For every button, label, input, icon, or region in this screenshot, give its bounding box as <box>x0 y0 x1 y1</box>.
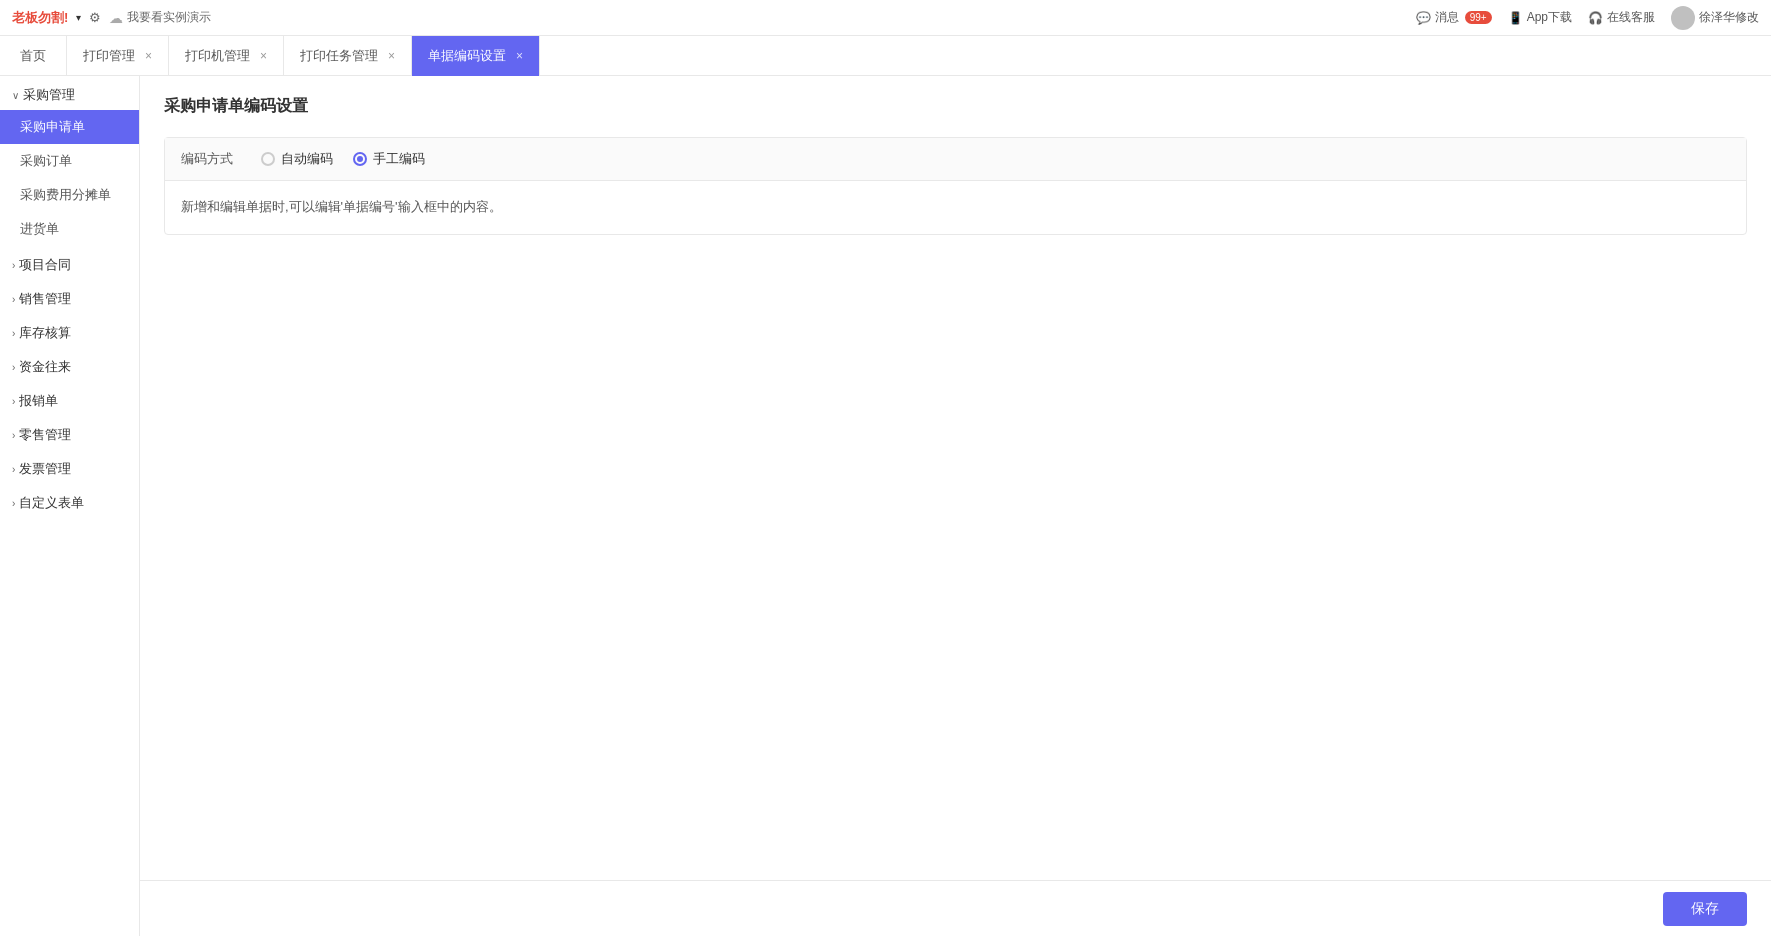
user-name: 徐泽华修改 <box>1699 9 1759 26</box>
app-logo: 老板勿割! <box>12 9 68 27</box>
info-text: 新增和编辑单据时,可以编辑'单据编号'输入框中的内容。 <box>165 181 1746 234</box>
app-download-label: App下载 <box>1527 9 1572 26</box>
sidebar-group-retail: › 零售管理 <box>0 416 139 450</box>
chevron-right-icon-2: › <box>12 294 15 305</box>
sidebar-group-retail-title[interactable]: › 零售管理 <box>0 416 139 450</box>
sidebar-item-purchase-order-label: 采购订单 <box>20 153 72 168</box>
coding-method-label: 编码方式 <box>181 150 261 168</box>
sidebar-group-custom-forms: › 自定义表单 <box>0 484 139 518</box>
sidebar-group-sales: › 销售管理 <box>0 280 139 314</box>
save-button[interactable]: 保存 <box>1663 892 1747 926</box>
avatar <box>1671 6 1695 30</box>
search-demo-text: 我要看实例演示 <box>127 9 211 26</box>
tab-home[interactable]: 首页 <box>0 36 67 76</box>
chevron-right-icon-8: › <box>12 498 15 509</box>
sidebar-group-retail-label: 零售管理 <box>19 426 71 444</box>
sidebar: ∨ 采购管理 采购申请单 采购订单 采购费用分摊单 进货单 › 项目合同 <box>0 76 140 936</box>
tab-print-task-label: 打印任务管理 <box>300 47 378 65</box>
sidebar-group-inventory-label: 库存核算 <box>19 324 71 342</box>
user-profile-button[interactable]: 徐泽华修改 <box>1671 6 1759 30</box>
sidebar-item-purchase-expense-label: 采购费用分摊单 <box>20 187 111 202</box>
sidebar-group-returns: › 报销单 <box>0 382 139 416</box>
sidebar-group-funds: › 资金往来 <box>0 348 139 382</box>
sidebar-group-custom-forms-label: 自定义表单 <box>19 494 84 512</box>
coding-form: 编码方式 自动编码 手工编码 新增和编辑单据时,可以编辑'单据编号'输入框中的内… <box>164 137 1747 235</box>
auto-coding-option[interactable]: 自动编码 <box>261 150 333 168</box>
tab-printer-management[interactable]: 打印机管理 × <box>169 36 284 76</box>
content-footer: 保存 <box>140 880 1771 936</box>
chevron-right-icon-7: › <box>12 464 15 475</box>
message-button[interactable]: 💬 消息 99+ <box>1416 9 1492 26</box>
logo-dropdown-icon[interactable]: ▾ <box>76 12 81 23</box>
sidebar-group-custom-forms-title[interactable]: › 自定义表单 <box>0 484 139 518</box>
tab-single-code-setting-label: 单据编码设置 <box>428 47 506 65</box>
sidebar-item-purchase-request-label: 采购申请单 <box>20 119 85 134</box>
sidebar-item-purchase-order[interactable]: 采购订单 <box>0 144 139 178</box>
manual-coding-option[interactable]: 手工编码 <box>353 150 425 168</box>
chevron-right-icon: › <box>12 260 15 271</box>
settings-icon[interactable]: ⚙ <box>89 10 101 25</box>
coding-options: 自动编码 手工编码 <box>261 150 425 168</box>
tab-print-management-label: 打印管理 <box>83 47 135 65</box>
online-service-label: 在线客服 <box>1607 9 1655 26</box>
content-main: 采购申请单编码设置 编码方式 自动编码 手工编码 <box>140 76 1771 880</box>
tab-print-task[interactable]: 打印任务管理 × <box>284 36 412 76</box>
message-badge: 99+ <box>1465 11 1492 24</box>
message-icon: 💬 <box>1416 11 1431 25</box>
sidebar-group-funds-label: 资金往来 <box>19 358 71 376</box>
sidebar-group-inventory-title[interactable]: › 库存核算 <box>0 314 139 348</box>
top-bar: 老板勿割! ▾ ⚙ ☁ 我要看实例演示 💬 消息 99+ 📱 App下载 🎧 在… <box>0 0 1771 36</box>
content-area: 采购申请单编码设置 编码方式 自动编码 手工编码 <box>140 76 1771 936</box>
manual-coding-label: 手工编码 <box>373 150 425 168</box>
sidebar-group-sales-label: 销售管理 <box>19 290 71 308</box>
sidebar-group-invoices-title[interactable]: › 发票管理 <box>0 450 139 484</box>
tab-single-code-setting[interactable]: 单据编码设置 × <box>412 36 540 76</box>
chevron-down-icon: ∨ <box>12 90 19 101</box>
sidebar-group-inventory: › 库存核算 <box>0 314 139 348</box>
sidebar-item-purchase-expense[interactable]: 采购费用分摊单 <box>0 178 139 212</box>
tab-home-label: 首页 <box>20 47 46 65</box>
tab-print-management-close[interactable]: × <box>145 49 152 63</box>
tab-print-task-close[interactable]: × <box>388 49 395 63</box>
message-label: 消息 <box>1435 9 1459 26</box>
tab-single-code-setting-close[interactable]: × <box>516 49 523 63</box>
chevron-right-icon-4: › <box>12 362 15 373</box>
auto-coding-label: 自动编码 <box>281 150 333 168</box>
sidebar-group-returns-label: 报销单 <box>19 392 58 410</box>
sidebar-group-purchase-label: 采购管理 <box>23 86 75 104</box>
sidebar-group-returns-title[interactable]: › 报销单 <box>0 382 139 416</box>
sidebar-group-project-contract-label: 项目合同 <box>19 256 71 274</box>
top-bar-right: 💬 消息 99+ 📱 App下载 🎧 在线客服 徐泽华修改 <box>1416 6 1759 30</box>
auto-coding-radio[interactable] <box>261 152 275 166</box>
sidebar-item-purchase-request[interactable]: 采购申请单 <box>0 110 139 144</box>
top-bar-left: 老板勿割! ▾ ⚙ ☁ 我要看实例演示 <box>12 9 211 27</box>
manual-coding-radio[interactable] <box>353 152 367 166</box>
sidebar-item-stock-in-label: 进货单 <box>20 221 59 236</box>
online-service-button[interactable]: 🎧 在线客服 <box>1588 9 1655 26</box>
sidebar-item-stock-in[interactable]: 进货单 <box>0 212 139 246</box>
app-download-button[interactable]: 📱 App下载 <box>1508 9 1572 26</box>
sidebar-group-project-contract-title[interactable]: › 项目合同 <box>0 246 139 280</box>
tab-printer-management-close[interactable]: × <box>260 49 267 63</box>
sidebar-group-sales-title[interactable]: › 销售管理 <box>0 280 139 314</box>
chevron-right-icon-5: › <box>12 396 15 407</box>
tab-bar: 首页 打印管理 × 打印机管理 × 打印任务管理 × 单据编码设置 × <box>0 36 1771 76</box>
sidebar-group-purchase: ∨ 采购管理 采购申请单 采购订单 采购费用分摊单 进货单 <box>0 76 139 246</box>
search-demo-button[interactable]: ☁ 我要看实例演示 <box>109 9 211 26</box>
sidebar-group-invoices-label: 发票管理 <box>19 460 71 478</box>
cloud-icon: ☁ <box>109 10 123 26</box>
tab-printer-management-label: 打印机管理 <box>185 47 250 65</box>
coding-method-row: 编码方式 自动编码 手工编码 <box>165 138 1746 181</box>
sidebar-group-project-contract: › 项目合同 <box>0 246 139 280</box>
tab-print-management[interactable]: 打印管理 × <box>67 36 169 76</box>
chevron-right-icon-6: › <box>12 430 15 441</box>
sidebar-group-funds-title[interactable]: › 资金往来 <box>0 348 139 382</box>
app-download-icon: 📱 <box>1508 11 1523 25</box>
chevron-right-icon-3: › <box>12 328 15 339</box>
page-title: 采购申请单编码设置 <box>164 96 1747 117</box>
online-service-icon: 🎧 <box>1588 11 1603 25</box>
sidebar-group-purchase-title[interactable]: ∨ 采购管理 <box>0 76 139 110</box>
main-layout: ∨ 采购管理 采购申请单 采购订单 采购费用分摊单 进货单 › 项目合同 <box>0 76 1771 936</box>
sidebar-group-invoices: › 发票管理 <box>0 450 139 484</box>
